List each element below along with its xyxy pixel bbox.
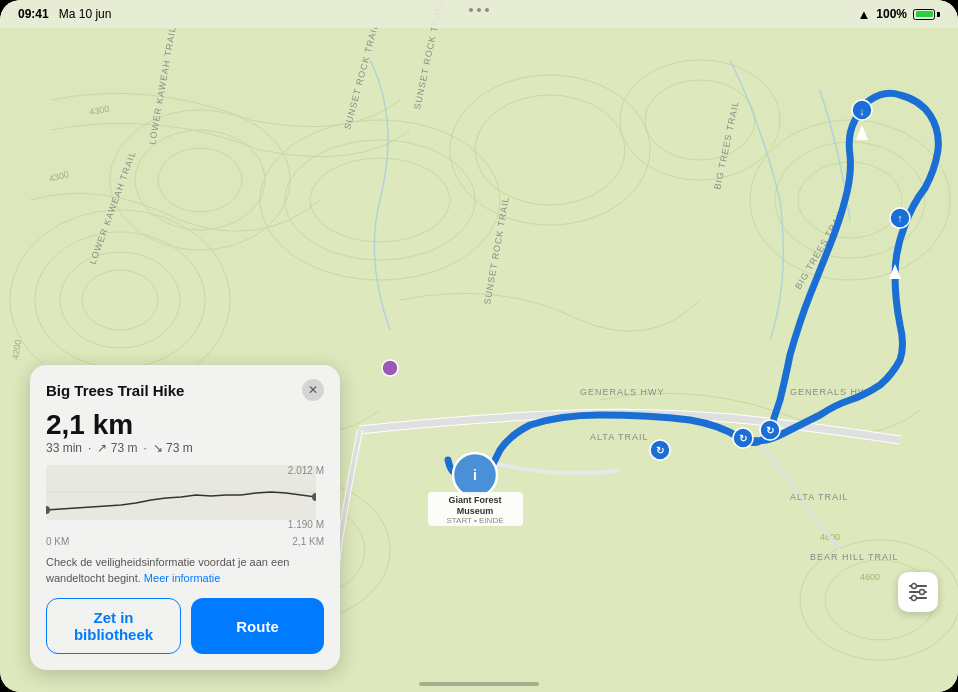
svg-point-62 [920,590,925,595]
date: Ma 10 jun [59,7,112,21]
svg-text:↻: ↻ [656,445,664,456]
elev-up-stat: ↗ 73 m [97,441,137,455]
route-options-button[interactable] [898,572,938,612]
svg-text:i: i [473,467,477,483]
time: 09:41 [18,7,49,21]
safety-notice: Check de veiligheidsinformatie voordat j… [46,555,324,586]
battery-icon [913,9,940,20]
svg-text:ALTA TRAIL: ALTA TRAIL [790,492,849,502]
svg-point-63 [912,596,917,601]
elev-down-stat: ↘ 73 m [153,441,193,455]
separator2: · [143,441,146,455]
chart-start-label: 0 KM [46,536,69,547]
chart-y-labels: 2.012 M 1.190 M [288,465,324,530]
chart-min-label: 1.190 M [288,519,324,530]
elevation-chart: 2.012 M 1.190 M [46,465,324,530]
svg-text:↓: ↓ [859,105,865,117]
svg-text:↻: ↻ [739,433,747,444]
status-left: 09:41 Ma 10 jun [18,7,111,21]
svg-text:START • EINDE: START • EINDE [446,516,503,525]
svg-text:ALTA TRAIL: ALTA TRAIL [590,432,649,442]
battery-percent: 100% [876,7,907,21]
panel-title: Big Trees Trail Hike [46,382,184,399]
chart-x-labels: 0 KM 2,1 KM [46,536,324,547]
time-stat: 33 min [46,441,82,455]
close-button[interactable]: ✕ [302,379,324,401]
svg-point-61 [912,584,917,589]
status-bar: 09:41 Ma 10 jun ▲ 100% [0,0,958,28]
panel-distance: 2,1 km [46,411,324,439]
svg-text:4600: 4600 [860,572,880,582]
svg-text:GENERALS HWY: GENERALS HWY [580,387,665,397]
panel-buttons: Zet in bibliotheek Route [46,598,324,654]
wifi-icon: ▲ [857,7,870,22]
svg-text:↻: ↻ [766,425,774,436]
route-button[interactable]: Route [191,598,324,654]
top-dots [469,8,489,12]
status-right: ▲ 100% [857,7,940,22]
panel-header: Big Trees Trail Hike ✕ [46,379,324,401]
chart-end-label: 2,1 KM [292,536,324,547]
home-indicator [419,682,539,686]
svg-text:↑: ↑ [897,212,903,224]
trail-info-panel: Big Trees Trail Hike ✕ 2,1 km 33 min · ↗… [30,365,340,670]
svg-text:BEAR HILL TRAIL: BEAR HILL TRAIL [810,552,899,562]
panel-stats: 33 min · ↗ 73 m · ↘ 73 m [46,441,324,455]
save-to-library-button[interactable]: Zet in bibliotheek [46,598,181,654]
svg-text:Giant Forest: Giant Forest [448,495,501,505]
separator1: · [88,441,91,455]
svg-point-57 [382,360,398,376]
chart-max-label: 2.012 M [288,465,324,476]
svg-text:Museum: Museum [457,506,494,516]
safety-link[interactable]: Meer informatie [144,572,220,584]
